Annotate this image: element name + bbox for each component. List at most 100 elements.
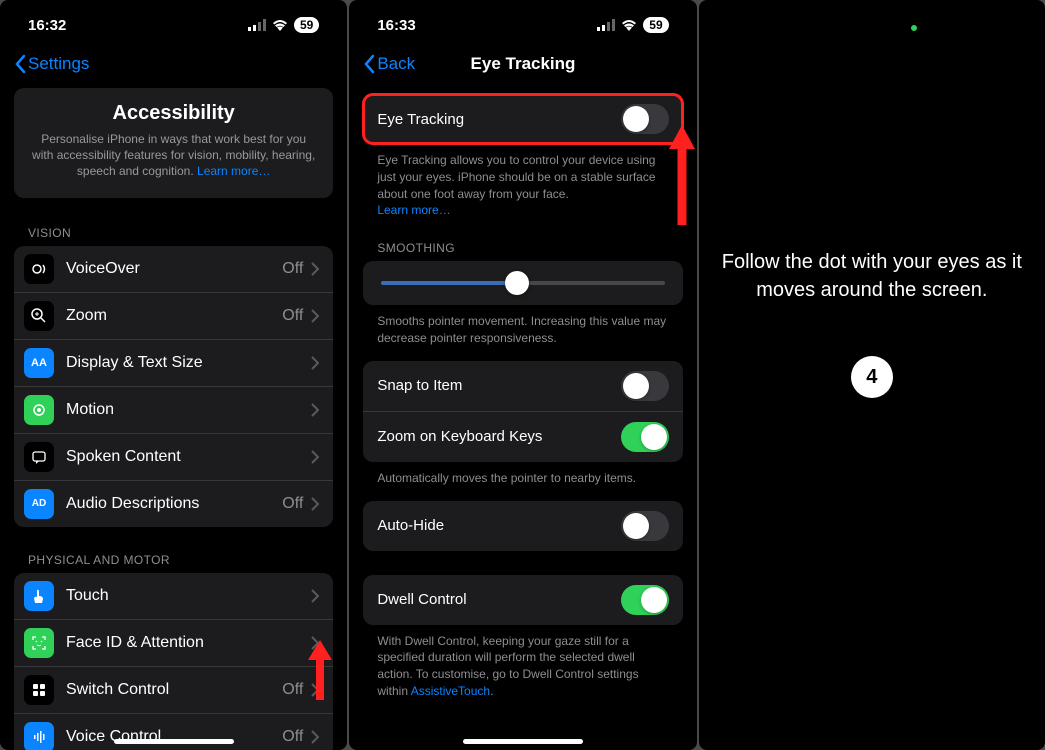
row-snap-to-item[interactable]: Snap to Item [363,361,682,411]
spoken-content-icon [24,442,54,472]
learn-more-link[interactable]: Learn more… [197,164,270,178]
row-value: Off [282,495,303,513]
faceid-icon [24,628,54,658]
row-auto-hide[interactable]: Auto-Hide [363,501,682,551]
switch-control-icon [24,675,54,705]
page-title: Accessibility [30,102,317,125]
wifi-icon [272,19,288,31]
row-label: Snap to Item [377,377,462,394]
row-spoken-content[interactable]: Spoken Content [14,433,333,480]
home-indicator[interactable] [114,739,234,744]
cellular-icon [597,19,615,31]
row-switch-control[interactable]: Switch Control Off [14,666,333,713]
status-time: 16:33 [377,17,415,34]
calibration-counter: 4 [851,356,893,398]
row-label: Zoom on Keyboard Keys [377,428,542,445]
dwell-toggle[interactable] [621,585,669,615]
back-button[interactable]: Back [363,54,415,74]
smoothing-slider-row [363,261,682,305]
physical-motor-list: Touch Face ID & Attention Switch Control… [14,573,333,750]
calibration-instruction: Follow the dot with your eyes as it move… [719,248,1025,304]
snap-list: Snap to Item Zoom on Keyboard Keys [363,361,682,462]
section-header-physical: PHYSICAL AND MOTOR [0,545,347,573]
voiceover-icon [24,254,54,284]
row-value: Off [282,681,303,699]
learn-more-link[interactable]: Learn more… [377,203,450,217]
battery-icon: 59 [643,17,668,33]
dynamic-island [827,22,917,34]
row-zoom-keyboard[interactable]: Zoom on Keyboard Keys [363,411,682,462]
status-time: 16:32 [28,17,66,34]
row-touch[interactable]: Touch [14,573,333,619]
zoom-keyboard-toggle[interactable] [621,422,669,452]
chevron-right-icon [311,356,319,370]
eye-tracking-toggle[interactable] [621,104,669,134]
chevron-right-icon [311,589,319,603]
back-button[interactable]: Settings [14,54,89,74]
row-label: Motion [66,401,311,419]
row-display-text-size[interactable]: AA Display & Text Size [14,339,333,386]
status-bar: 16:32 59 [0,0,347,44]
dwell-description: With Dwell Control, keeping your gaze st… [363,631,682,714]
phone-screenshot-3: Follow the dot with your eyes as it move… [699,0,1045,750]
nav-bar: Back Eye Tracking [349,44,696,88]
status-indicators: 59 [248,17,319,33]
eye-tracking-description: Eye Tracking allows you to control your … [363,150,682,233]
row-audio-descriptions[interactable]: AD Audio Descriptions Off [14,480,333,527]
row-label: Face ID & Attention [66,634,311,652]
dwell-list: Dwell Control [363,575,682,625]
row-value: Off [282,728,303,746]
zoom-icon [24,301,54,331]
chevron-right-icon [311,450,319,464]
assistivetouch-link[interactable]: AssistiveTouch [411,684,490,698]
chevron-right-icon [311,497,319,511]
row-label: Touch [66,587,311,605]
row-label: Zoom [66,307,282,325]
intro-card: Accessibility Personalise iPhone in ways… [14,88,333,198]
chevron-right-icon [311,262,319,276]
row-faceid-attention[interactable]: Face ID & Attention [14,619,333,666]
phone-screenshot-2: 16:33 59 Back Eye Tracking Eye Tracking … [349,0,696,750]
chevron-left-icon [363,54,375,74]
snap-description: Automatically moves the pointer to nearb… [363,468,682,501]
chevron-right-icon [311,636,319,650]
smoothing-slider[interactable] [381,281,664,285]
section-header-smoothing: SMOOTHING [363,233,682,261]
intro-description: Personalise iPhone in ways that work bes… [30,131,317,180]
autohide-list: Auto-Hide [363,501,682,551]
row-motion[interactable]: Motion [14,386,333,433]
chevron-right-icon [311,309,319,323]
phone-screenshot-1: 16:32 59 Settings Accessibility Personal… [0,0,347,750]
camera-indicator-icon [911,25,917,31]
chevron-right-icon [311,683,319,697]
text-size-icon: AA [24,348,54,378]
row-label: VoiceOver [66,260,282,278]
row-label: Spoken Content [66,448,311,466]
row-dwell-control[interactable]: Dwell Control [363,575,682,625]
chevron-right-icon [311,403,319,417]
row-eye-tracking-toggle[interactable]: Eye Tracking [363,94,682,144]
row-value: Off [282,260,303,278]
voice-control-icon [24,722,54,750]
status-bar: 16:33 59 [349,0,696,44]
chevron-right-icon [311,730,319,744]
autohide-toggle[interactable] [621,511,669,541]
back-label: Settings [28,54,89,74]
row-voice-control[interactable]: Voice Control Off [14,713,333,750]
row-label: Display & Text Size [66,354,311,372]
row-label: Eye Tracking [377,111,464,128]
chevron-left-icon [14,54,26,74]
status-indicators: 59 [597,17,668,33]
row-voiceover[interactable]: VoiceOver Off [14,246,333,292]
wifi-icon [621,19,637,31]
home-indicator[interactable] [463,739,583,744]
vision-list: VoiceOver Off Zoom Off AA Display & Text… [14,246,333,527]
battery-icon: 59 [294,17,319,33]
row-label: Dwell Control [377,591,466,608]
back-label: Back [377,54,415,74]
snap-toggle[interactable] [621,371,669,401]
cellular-icon [248,19,266,31]
row-label: Auto-Hide [377,517,444,534]
smoothing-description: Smooths pointer movement. Increasing thi… [363,311,682,361]
row-zoom[interactable]: Zoom Off [14,292,333,339]
